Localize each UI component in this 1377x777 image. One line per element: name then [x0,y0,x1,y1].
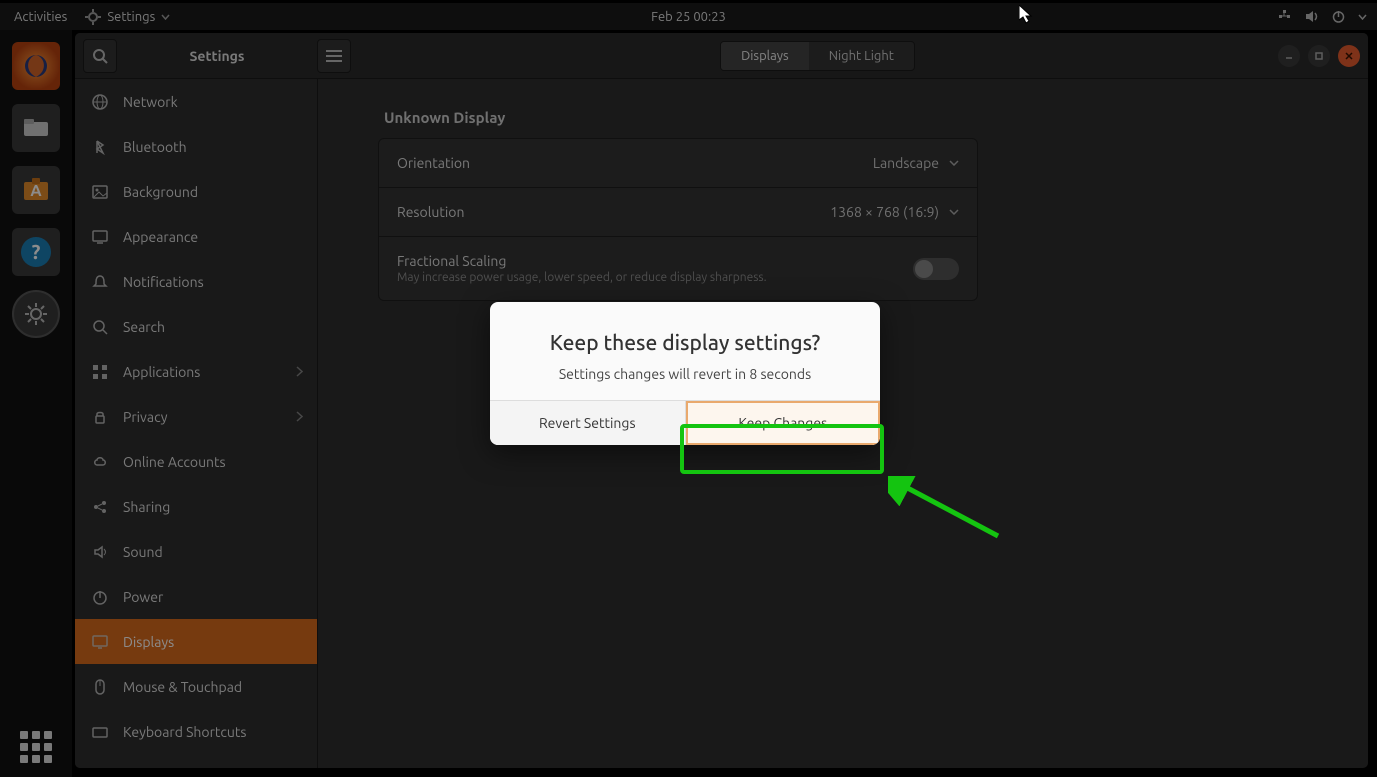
dialog-title: Keep these display settings? [514,330,856,354]
dialog-message: Settings changes will revert in 8 second… [514,366,856,382]
keep-changes-button[interactable]: Keep Changes [686,401,881,445]
revert-settings-button[interactable]: Revert Settings [490,401,686,445]
keep-settings-dialog: Keep these display settings? Settings ch… [490,302,880,445]
